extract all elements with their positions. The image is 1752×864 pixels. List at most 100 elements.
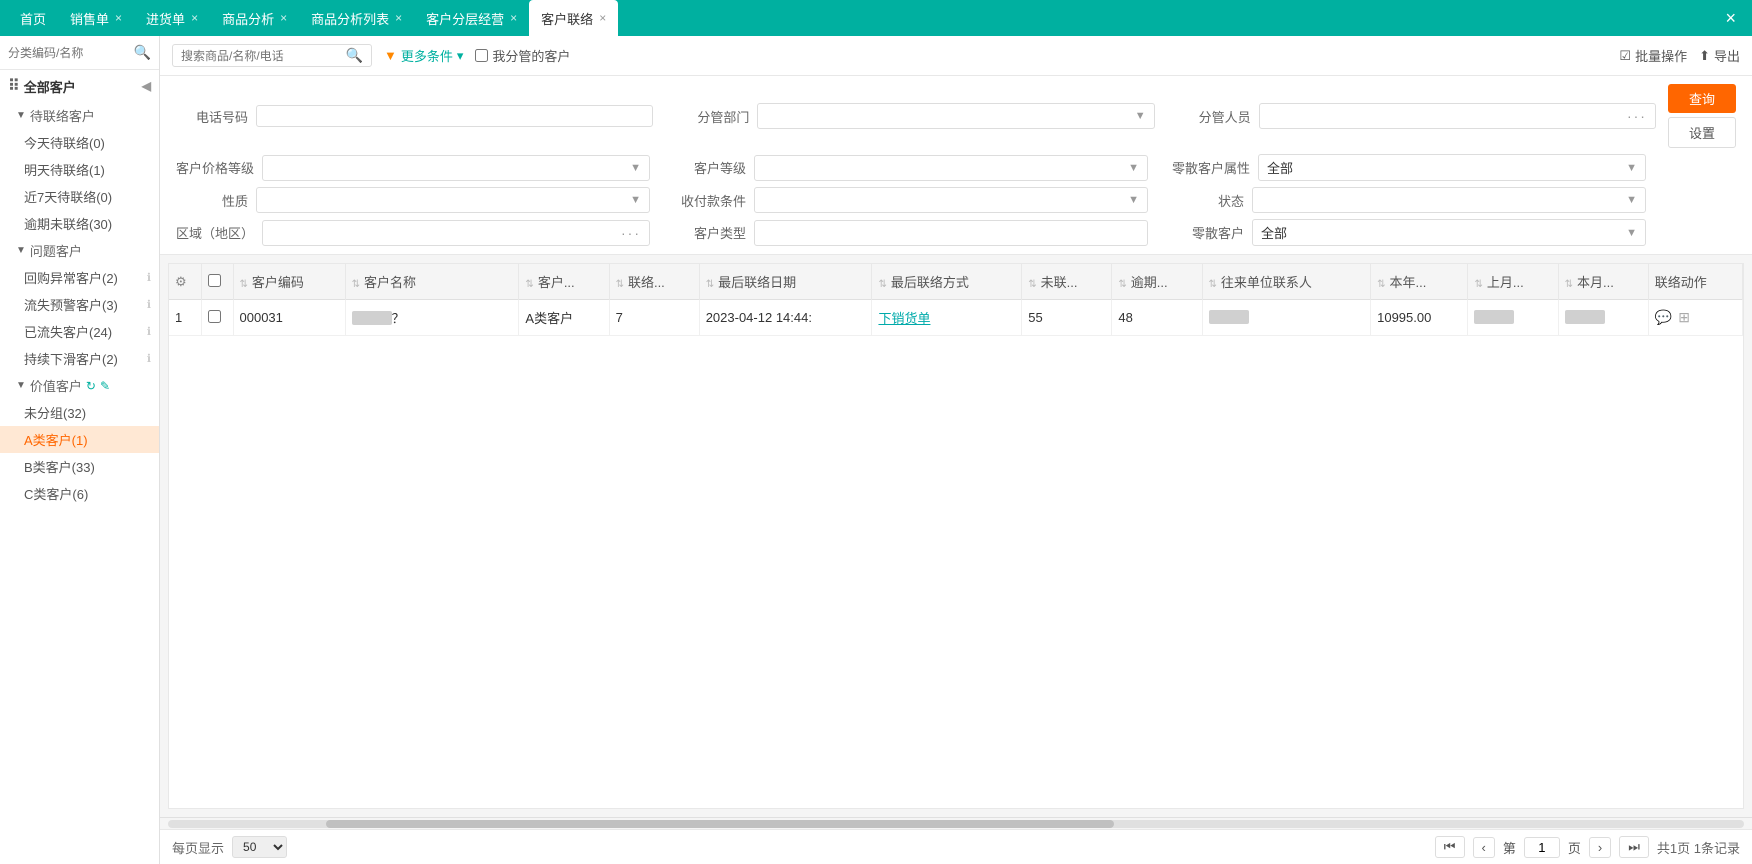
sidebar-item-a-class[interactable]: A类客户(1) bbox=[0, 426, 159, 453]
filter-more-conditions[interactable]: ▼ 更多条件 ▾ bbox=[384, 46, 463, 65]
nav-tab-customer-contact[interactable]: 客户联络 × bbox=[529, 0, 618, 36]
nature-label: 性质 bbox=[176, 191, 256, 210]
my-customers-checkbox[interactable] bbox=[475, 49, 488, 62]
col-sort-last-month: ⇅ bbox=[1474, 279, 1482, 290]
payment-arrow: ▼ bbox=[1128, 194, 1139, 206]
h-scrollbar[interactable] bbox=[168, 820, 1744, 828]
sidebar-item-week-contact[interactable]: 近7天待联络(0) bbox=[0, 183, 159, 210]
sidebar-collapse-icon[interactable]: ◀ bbox=[142, 79, 151, 93]
nav-tab-customer-mgmt-close[interactable]: × bbox=[510, 11, 517, 25]
export-button[interactable]: ⬆ 导出 bbox=[1699, 46, 1740, 65]
ungrouped-label: 未分组(32) bbox=[24, 403, 86, 422]
sidebar-item-lost-customers[interactable]: 已流失客户(24) ℹ bbox=[0, 318, 159, 345]
col-last-month[interactable]: ⇅上月... bbox=[1468, 264, 1558, 300]
last-method-link[interactable]: 下销货单 bbox=[878, 311, 930, 326]
page-number-input[interactable] bbox=[1524, 837, 1560, 858]
batch-operation-button[interactable]: ☑ 批量操作 bbox=[1619, 46, 1687, 65]
nav-tab-analysis-list[interactable]: 商品分析列表 × bbox=[299, 0, 414, 36]
setting-button[interactable]: 设置 bbox=[1668, 117, 1736, 148]
nav-tab-customer-mgmt[interactable]: 客户分层经营 × bbox=[414, 0, 529, 36]
phone-input[interactable] bbox=[256, 105, 653, 127]
nav-tab-analysis-close[interactable]: × bbox=[280, 11, 287, 25]
row-this-month bbox=[1558, 300, 1648, 336]
sidebar-item-repurchase-abnormal[interactable]: 回购异常客户(2) ℹ bbox=[0, 264, 159, 291]
nav-tab-purchase-close[interactable]: × bbox=[191, 11, 198, 25]
sidebar-item-overdue-contact[interactable]: 逾期未联络(30) bbox=[0, 210, 159, 237]
status-field: 状态 ▼ bbox=[1172, 187, 1646, 213]
region-select[interactable]: ··· bbox=[262, 220, 650, 246]
sidebar-item-declining-customers[interactable]: 持续下滑客户(2) ℹ bbox=[0, 345, 159, 372]
retail-customer-select[interactable]: 全部 ▼ bbox=[1252, 219, 1646, 246]
refresh-icon[interactable]: ↻ bbox=[86, 379, 96, 393]
col-name[interactable]: ⇅客户名称 bbox=[345, 264, 519, 300]
nav-tab-analysis-list-close[interactable]: × bbox=[395, 11, 402, 25]
nav-tab-analysis[interactable]: 商品分析 × bbox=[210, 0, 299, 36]
customer-grade-select[interactable]: ▼ bbox=[754, 155, 1148, 181]
sidebar-search-input[interactable] bbox=[8, 46, 134, 60]
status-select[interactable]: ▼ bbox=[1252, 187, 1646, 213]
retail-customer-arrow: ▼ bbox=[1626, 227, 1637, 239]
sidebar-search-icon[interactable]: 🔍 bbox=[134, 44, 151, 61]
chat-action-icon[interactable]: 💬 bbox=[1655, 309, 1672, 326]
col-sort-last-method: ⇅ bbox=[878, 279, 886, 290]
price-grade-select[interactable]: ▼ bbox=[262, 155, 650, 181]
col-this-year[interactable]: ⇅本年... bbox=[1371, 264, 1468, 300]
dept-select[interactable]: ▼ bbox=[757, 103, 1154, 129]
edit-icon[interactable]: ✎ bbox=[100, 379, 110, 393]
col-code[interactable]: ⇅客户编码 bbox=[233, 264, 345, 300]
payment-select[interactable]: ▼ bbox=[754, 187, 1148, 213]
prev-page-button[interactable]: ‹ bbox=[1473, 837, 1495, 858]
sidebar-item-c-class[interactable]: C类客户(6) bbox=[0, 480, 159, 507]
row-checkbox-cell bbox=[201, 300, 233, 336]
col-contact-person[interactable]: ⇅往来单位联系人 bbox=[1202, 264, 1371, 300]
sidebar-item-today-contact[interactable]: 今天待联络(0) bbox=[0, 129, 159, 156]
manager-select[interactable]: ··· bbox=[1259, 103, 1656, 129]
page-size-select[interactable]: 50 100 200 bbox=[232, 836, 287, 858]
first-page-button[interactable]: ⏮ bbox=[1435, 836, 1465, 858]
sidebar-item-tomorrow-contact[interactable]: 明天待联络(1) bbox=[0, 156, 159, 183]
value-group-text: 价值客户 bbox=[30, 376, 82, 395]
batch-operation-label: 批量操作 bbox=[1635, 46, 1687, 65]
col-this-month[interactable]: ⇅本月... bbox=[1558, 264, 1648, 300]
sidebar-item-churn-warning[interactable]: 流失预警客户(3) ℹ bbox=[0, 291, 159, 318]
nav-tab-sales-close[interactable]: × bbox=[115, 11, 122, 25]
query-button[interactable]: 查询 bbox=[1668, 84, 1736, 113]
grid-action-icon[interactable]: ⊞ bbox=[1678, 309, 1690, 326]
col-sort-last-date: ⇅ bbox=[706, 279, 714, 290]
page-size-label: 每页显示 bbox=[172, 838, 224, 857]
contact-person-masked bbox=[1209, 310, 1249, 324]
col-no-contact[interactable]: ⇅未联... bbox=[1022, 264, 1112, 300]
customers-table: ⚙ ⇅客户编码 ⇅客户名称 ⇅客户... bbox=[169, 264, 1743, 336]
col-type[interactable]: ⇅客户... bbox=[519, 264, 609, 300]
phone-field: 电话号码 bbox=[176, 105, 653, 127]
filter-search-icon[interactable]: 🔍 bbox=[346, 47, 363, 64]
retail-attr-select[interactable]: 全部 ▼ bbox=[1258, 154, 1646, 181]
nav-home[interactable]: 首页 bbox=[8, 9, 58, 28]
col-contact[interactable]: ⇅联络... bbox=[609, 264, 699, 300]
col-last-method[interactable]: ⇅最后联络方式 bbox=[872, 264, 1022, 300]
nav-tab-customer-contact-close[interactable]: × bbox=[599, 11, 606, 25]
select-all-checkbox[interactable] bbox=[208, 274, 221, 287]
nav-tab-sales[interactable]: 销售单 × bbox=[58, 0, 134, 36]
h-scrollbar-thumb[interactable] bbox=[326, 820, 1114, 828]
sidebar-item-b-class[interactable]: B类客户(33) bbox=[0, 453, 159, 480]
nav-tab-purchase[interactable]: 进货单 × bbox=[134, 0, 210, 36]
filter-search-input[interactable] bbox=[181, 49, 346, 63]
retail-customer-value: 全部 bbox=[1261, 223, 1287, 242]
sidebar-item-ungrouped[interactable]: 未分组(32) bbox=[0, 399, 159, 426]
row-checkbox[interactable] bbox=[208, 310, 221, 323]
nature-select[interactable]: ▼ bbox=[256, 187, 650, 213]
window-close-button[interactable]: × bbox=[1717, 8, 1744, 29]
customer-type-select[interactable] bbox=[754, 220, 1148, 246]
retail-customer-field: 零散客户 全部 ▼ bbox=[1172, 219, 1646, 246]
last-page-button[interactable]: ⏭ bbox=[1619, 836, 1649, 858]
next-page-button[interactable]: › bbox=[1589, 837, 1611, 858]
c-class-label: C类客户(6) bbox=[24, 484, 88, 503]
settings-gear-icon[interactable]: ⚙ bbox=[175, 274, 187, 289]
sidebar-all-customers-header[interactable]: ⠿ 全部客户 ◀ bbox=[0, 70, 159, 102]
filter-row-3: 性质 ▼ 收付款条件 ▼ 状态 ▼ bbox=[176, 187, 1736, 213]
phone-label: 电话号码 bbox=[176, 107, 256, 126]
info-icon-2: ℹ bbox=[147, 298, 151, 311]
col-overdue[interactable]: ⇅逾期... bbox=[1112, 264, 1202, 300]
col-last-date[interactable]: ⇅最后联络日期 bbox=[699, 264, 872, 300]
